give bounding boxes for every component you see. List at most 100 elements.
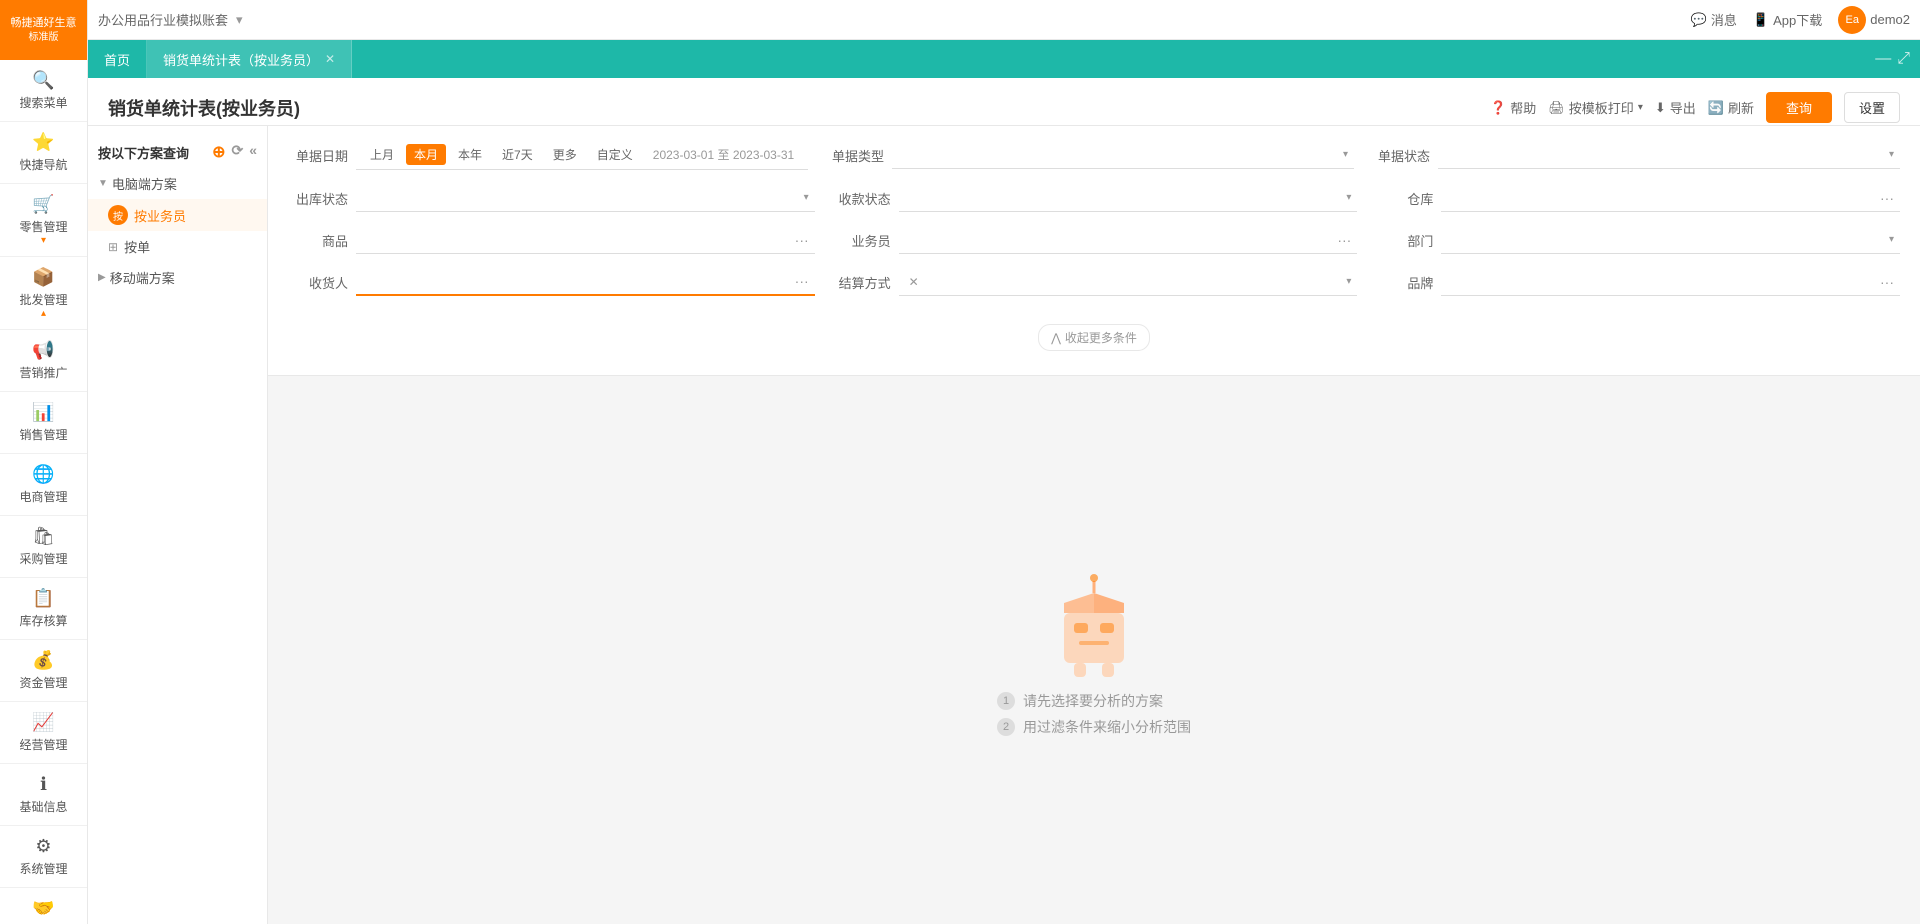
tree-mobile-scheme[interactable]: ▶ 移动端方案 xyxy=(88,262,267,293)
query-button[interactable]: 查询 xyxy=(1766,92,1832,123)
refresh-icon: 🔄 xyxy=(1708,100,1724,116)
payment-dropdown-icon[interactable]: ▾ xyxy=(1346,192,1351,203)
tree-by-order[interactable]: ⊞ 按单 xyxy=(88,231,267,262)
sidebar-item-inventory[interactable]: 📋 库存核算 xyxy=(0,578,87,640)
sidebar-item-basic[interactable]: ℹ 基础信息 xyxy=(0,764,87,826)
collapse-filters-btn[interactable]: ⋀ 收起更多条件 xyxy=(1038,324,1150,351)
date-tab-this-year[interactable]: 本年 xyxy=(450,144,490,165)
main-area: 办公用品行业模拟账套 ▾ 💬 消息 📱 App下载 Ea demo2 首页 xyxy=(88,0,1920,924)
date-tab-7days[interactable]: 近7天 xyxy=(494,144,541,165)
sidebar-item-retail[interactable]: 🛒 零售管理 ▾ xyxy=(0,184,87,257)
home-tab-label: 首页 xyxy=(104,50,130,69)
dept-dropdown-icon[interactable]: ▾ xyxy=(1889,234,1894,245)
collapse-panel-btn[interactable]: « xyxy=(249,142,257,162)
warehouse-dots-icon[interactable]: ··· xyxy=(1880,190,1894,206)
staff-dots-icon[interactable]: ··· xyxy=(1337,232,1351,248)
refresh-scheme-btn[interactable]: ⟳ xyxy=(231,142,243,162)
dropdown-arrow-icon[interactable]: ▾ xyxy=(236,12,243,28)
date-tab-last-month[interactable]: 上月 xyxy=(362,144,402,165)
filter-status: 单据状态 ▾ xyxy=(1370,141,1900,169)
settlement-label: 结算方式 xyxy=(831,273,891,292)
dept-control[interactable]: ▾ xyxy=(1441,226,1900,254)
template-print-btn[interactable]: 🖨 按模板打印 ▾ xyxy=(1548,98,1643,117)
sidebar-item-marketing[interactable]: 📢 营销推广 xyxy=(0,330,87,392)
tree-by-staff[interactable]: 按 按业务员 xyxy=(88,199,267,231)
maximize-btn[interactable]: ⤢ xyxy=(1897,50,1910,68)
tab-sales-stats[interactable]: 销货单统计表（按业务员） ✕ xyxy=(147,40,352,78)
messages-btn[interactable]: 💬 消息 xyxy=(1691,10,1737,29)
sidebar-item-enterprise[interactable]: 🤝 企业协同 xyxy=(0,888,87,924)
minimize-btn[interactable]: — xyxy=(1875,50,1891,68)
sidebar-item-finance[interactable]: 💰 资金管理 xyxy=(0,640,87,702)
date-tab-more[interactable]: 更多 xyxy=(545,144,585,165)
brand-control[interactable]: ··· xyxy=(1441,268,1900,296)
export-btn[interactable]: ⬇ 导出 xyxy=(1655,98,1696,117)
brand-label: 品牌 xyxy=(1373,273,1433,292)
sidebar-item-operations[interactable]: 📈 经营管理 xyxy=(0,702,87,764)
payment-control[interactable]: ▾ xyxy=(899,184,1358,212)
date-tab-this-month[interactable]: 本月 xyxy=(406,144,446,165)
right-panel-content: 单据日期 上月 本月 本年 近7天 更多 自定义 20 xyxy=(268,126,1920,924)
receiver-dots-icon[interactable]: ··· xyxy=(795,273,809,289)
sales-stats-tab-label: 销货单统计表（按业务员） xyxy=(163,50,319,69)
sidebar-item-ecommerce[interactable]: 🌐 电商管理 xyxy=(0,454,87,516)
brand-dots-icon[interactable]: ··· xyxy=(1880,274,1894,290)
user-profile[interactable]: Ea demo2 xyxy=(1838,6,1910,34)
filter-row-3: 商品 ··· 业务员 ··· 部门 xyxy=(288,226,1900,254)
sidebar-item-sales[interactable]: 📊 销售管理 xyxy=(0,392,87,454)
bag-icon: 🛍 xyxy=(32,526,55,547)
out-status-control[interactable]: ▾ xyxy=(356,184,815,212)
filter-staff: 业务员 ··· xyxy=(831,226,1358,254)
filter-goods: 商品 ··· xyxy=(288,226,815,254)
tree-pc-scheme[interactable]: ▼ 电脑端方案 xyxy=(88,168,267,199)
top-title: 办公用品行业模拟账套 xyxy=(98,10,228,29)
tab-home[interactable]: 首页 xyxy=(88,40,147,78)
out-status-dropdown-icon[interactable]: ▾ xyxy=(804,192,809,203)
settlement-control[interactable]: ✕ ▾ xyxy=(899,268,1358,296)
sidebar-item-label: 搜索菜单 xyxy=(19,94,67,111)
dept-label: 部门 xyxy=(1373,231,1433,250)
add-scheme-btn[interactable]: ⊕ xyxy=(212,142,225,162)
sidebar-item-search[interactable]: 🔍 搜索菜单 xyxy=(0,60,87,122)
print-icon: 🖨 xyxy=(1548,100,1565,116)
type-control[interactable]: ▾ xyxy=(892,141,1354,169)
sidebar-item-wholesale[interactable]: 📦 批发管理 ▴ xyxy=(0,257,87,330)
top-bar: 办公用品行业模拟账套 ▾ 💬 消息 📱 App下载 Ea demo2 xyxy=(88,0,1920,40)
goods-control[interactable]: ··· xyxy=(356,226,815,254)
goods-dots-icon[interactable]: ··· xyxy=(795,232,809,248)
active-badge: 按 xyxy=(108,205,128,225)
tab-close-btn[interactable]: ✕ xyxy=(325,52,335,66)
warehouse-control[interactable]: ··· xyxy=(1441,184,1900,212)
settlement-dropdown-icon[interactable]: ▾ xyxy=(1346,276,1351,287)
help-btn[interactable]: ❓ 帮助 xyxy=(1490,98,1536,117)
status-control[interactable]: ▾ xyxy=(1438,141,1900,169)
sidebar-item-purchase[interactable]: 🛍 采购管理 xyxy=(0,516,87,578)
sidebar-item-quick-nav[interactable]: ⭐ 快捷导航 xyxy=(0,122,87,184)
gear-icon: ⚙ xyxy=(35,836,51,857)
box-icon: 📦 xyxy=(32,267,54,288)
date-tab-custom[interactable]: 自定义 xyxy=(589,144,641,165)
help-icon: ❓ xyxy=(1490,100,1506,116)
sidebar-item-label: 系统管理 xyxy=(19,860,67,877)
cart-icon: 🛒 xyxy=(32,194,54,215)
filter-brand: 品牌 ··· xyxy=(1373,268,1900,296)
settlement-clear-icon[interactable]: ✕ xyxy=(909,275,919,289)
app-download-btn[interactable]: 📱 App下载 xyxy=(1753,10,1822,29)
receiver-control[interactable]: ··· xyxy=(356,268,815,296)
status-dropdown-icon[interactable]: ▾ xyxy=(1889,149,1894,160)
payment-label: 收款状态 xyxy=(831,189,891,208)
sidebar-item-label: 采购管理 xyxy=(19,550,67,567)
refresh-btn[interactable]: 🔄 刷新 xyxy=(1708,98,1754,117)
filter-type: 单据类型 ▾ xyxy=(824,141,1354,169)
sidebar-item-label: 经营管理 xyxy=(19,736,67,753)
empty-tip-1: 1 请先选择要分析的方案 xyxy=(997,691,1191,711)
type-label: 单据类型 xyxy=(824,146,884,165)
staff-control[interactable]: ··· xyxy=(899,226,1358,254)
top-bar-right: 💬 消息 📱 App下载 Ea demo2 xyxy=(1691,6,1910,34)
sidebar-item-label: 资金管理 xyxy=(19,674,67,691)
type-dropdown-icon[interactable]: ▾ xyxy=(1343,149,1348,160)
settings-button[interactable]: 设置 xyxy=(1844,92,1900,123)
sidebar-item-system[interactable]: ⚙ 系统管理 xyxy=(0,826,87,888)
globe-icon: 🌐 xyxy=(32,464,54,485)
sidebar-item-label: 快捷导航 xyxy=(19,156,67,173)
